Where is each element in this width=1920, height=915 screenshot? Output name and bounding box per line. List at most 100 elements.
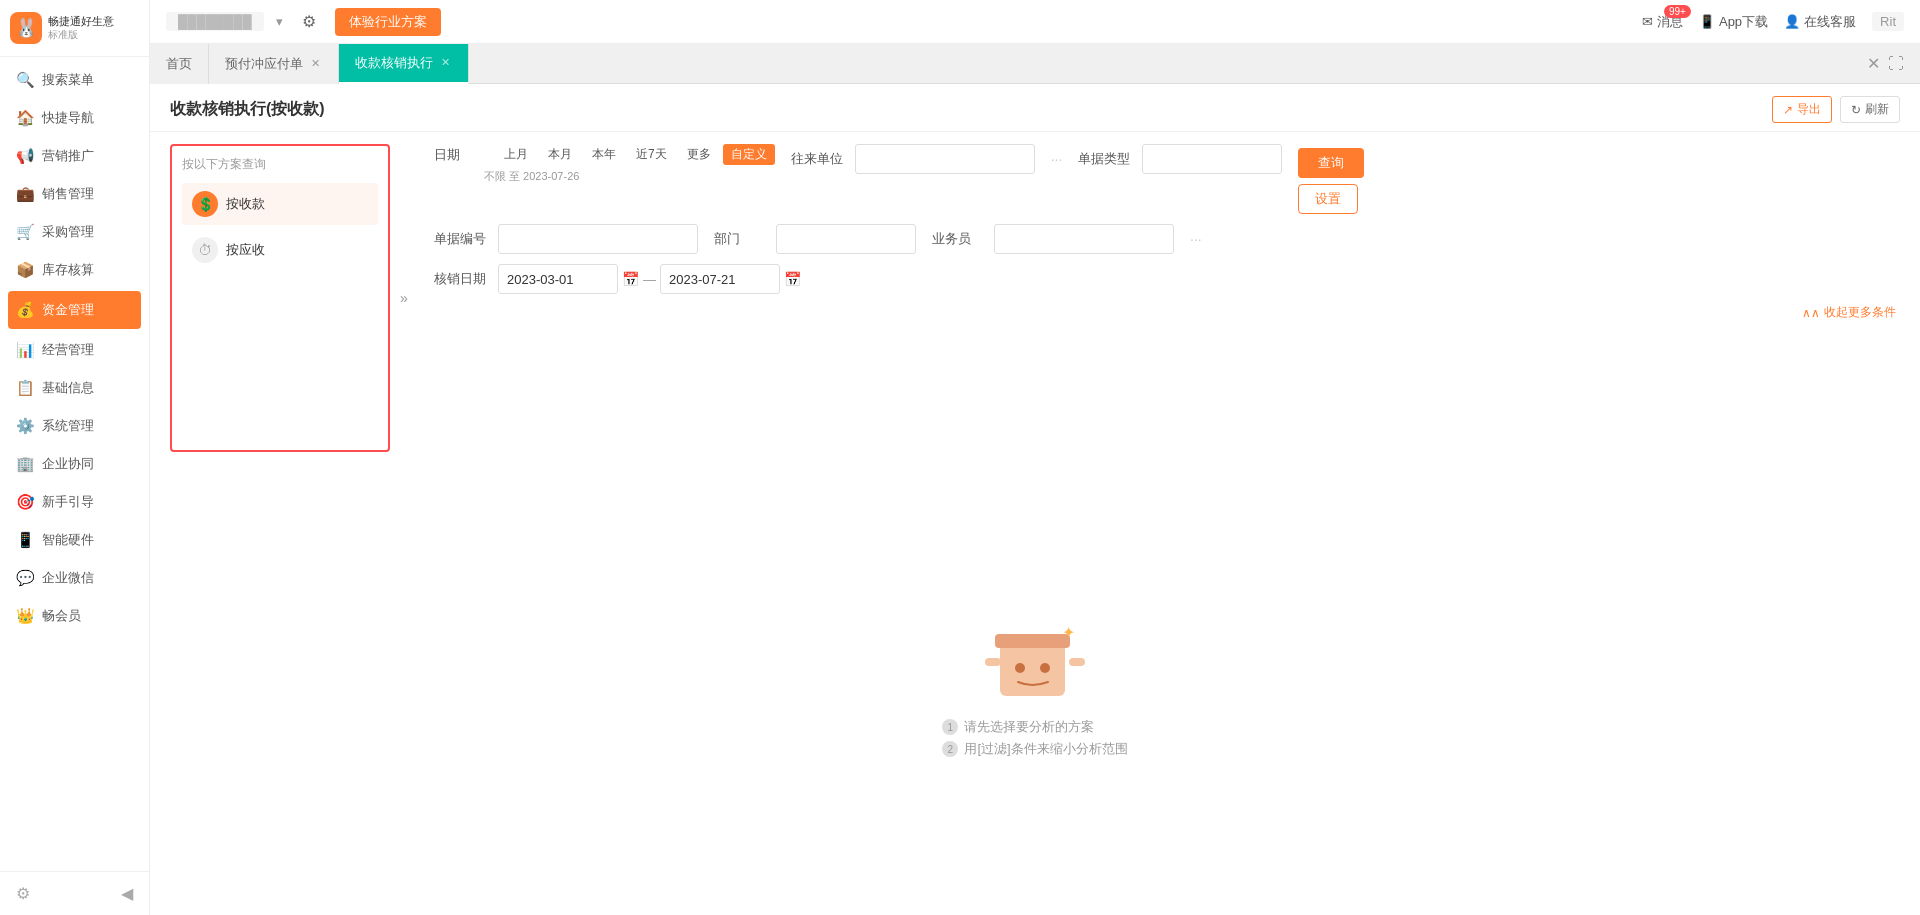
date-label: 日期 [434,146,484,164]
svg-point-2 [1015,663,1025,673]
basic-info-icon: 📋 [16,379,34,397]
filter-option-by-receipt-label: 按收款 [226,195,265,213]
sidebar-item-member[interactable]: 👑 畅会员 [0,597,149,635]
logo-icon: 🐰 [10,12,42,44]
app-icon: 📱 [1699,14,1715,29]
employee-dots-icon[interactable]: ··· [1190,231,1202,247]
customer-service-btn[interactable]: 👤 在线客服 [1784,13,1856,31]
user-name: Rit [1880,14,1896,29]
message-count-badge: 99+ [1664,5,1691,18]
refresh-label: 刷新 [1865,101,1889,118]
sidebar-item-wechat[interactable]: 💬 企业微信 [0,559,149,597]
app-download-btn[interactable]: 📱 App下载 [1699,13,1768,31]
sidebar-item-operations[interactable]: 📊 经营管理 [0,331,149,369]
tab-receipts-close-icon[interactable]: ✕ [439,54,452,71]
write-off-date-group: 📅 — 📅 [498,264,801,294]
svg-rect-4 [985,658,1001,666]
date-7days-btn[interactable]: 近7天 [628,144,675,165]
tab-prepay[interactable]: 预付冲应付单 ✕ [209,44,339,84]
system-icon: ⚙️ [16,417,34,435]
tab-maximize-icon[interactable]: ⛶ [1888,55,1904,73]
filter-option-by-receivable-label: 按应收 [226,241,265,259]
calendar-end-icon[interactable]: 📅 [784,271,801,287]
refresh-btn[interactable]: ↻ 刷新 [1840,96,1900,123]
sidebar-item-quick-nav[interactable]: 🏠 快捷导航 [0,99,149,137]
top-header-left: ████████ ▾ ⚙ 体验行业方案 [166,8,441,36]
sidebar-item-label: 企业协同 [42,455,94,473]
purchase-icon: 🛒 [16,223,34,241]
sidebar-item-label: 快捷导航 [42,109,94,127]
calendar-start-icon[interactable]: 📅 [622,271,639,287]
sidebar-item-basic-info[interactable]: 📋 基础信息 [0,369,149,407]
empty-hint-2: 2 用[过滤]条件来缩小分析范围 [942,740,1127,758]
tab-home-label: 首页 [166,55,192,73]
tab-prepay-close-icon[interactable]: ✕ [309,55,322,72]
tab-bar: 首页 预付冲应付单 ✕ 收款核销执行 ✕ ✕ ⛶ [150,44,1920,84]
sidebar-item-search[interactable]: 🔍 搜索菜单 [0,61,149,99]
date-this-year-btn[interactable]: 本年 [584,144,624,165]
date-more-btn[interactable]: 更多 [679,144,719,165]
sidebar-collapse-btn[interactable]: ◀ [121,884,133,903]
tab-close-icon[interactable]: ✕ [1867,54,1880,73]
member-icon: 👑 [16,607,34,625]
sales-icon: 💼 [16,185,34,203]
voucher-type-select[interactable] [1142,144,1282,174]
employee-label: 业务员 [932,230,982,248]
sidebar-item-label: 搜索菜单 [42,71,94,89]
date-separator: — [643,272,656,287]
voucher-no-input[interactable] [498,224,698,254]
filter-option-by-receipt[interactable]: 💲 按收款 [182,183,378,225]
write-off-end-input[interactable] [660,264,780,294]
sidebar-item-label: 基础信息 [42,379,94,397]
tab-receipts[interactable]: 收款核销执行 ✕ [339,44,469,84]
empty-hint-1: 1 请先选择要分析的方案 [942,718,1127,736]
hardware-icon: 📱 [16,531,34,549]
filter-collapse-btn[interactable]: » [394,144,414,452]
date-custom-badge[interactable]: 自定义 [723,144,775,165]
voucher-type-label: 单据类型 [1078,150,1130,168]
settings-btn[interactable]: 设置 [1298,184,1358,214]
filter-left-title: 按以下方案查询 [182,156,378,173]
svg-point-3 [1040,663,1050,673]
date-last-month-btn[interactable]: 上月 [496,144,536,165]
page-content: 收款核销执行(按收款) ↗ 导出 ↻ 刷新 按以下方案查询 💲 按收款 [150,84,1920,915]
sidebar-item-system[interactable]: ⚙️ 系统管理 [0,407,149,445]
partner-input[interactable] [855,144,1035,174]
logo-badge: 标准版 [48,28,114,42]
sidebar-item-label: 资金管理 [42,301,94,319]
svg-rect-5 [1069,658,1085,666]
dept-select[interactable] [776,224,916,254]
industry-btn[interactable]: 体验行业方案 [335,8,441,36]
sidebar-item-sales[interactable]: 💼 销售管理 [0,175,149,213]
sidebar-item-purchase[interactable]: 🛒 采购管理 [0,213,149,251]
wechat-icon: 💬 [16,569,34,587]
date-this-month-btn[interactable]: 本月 [540,144,580,165]
sidebar-item-inventory[interactable]: 📦 库存核算 [0,251,149,289]
tab-bar-actions: ✕ ⛶ [1867,54,1920,73]
write-off-start-input[interactable] [498,264,618,294]
sidebar-item-label: 库存核算 [42,261,94,279]
dropdown-arrow-icon[interactable]: ▾ [276,14,283,29]
tab-home[interactable]: 首页 [150,44,209,84]
message-btn[interactable]: ✉ 消息 99+ [1642,13,1683,31]
query-btn[interactable]: 查询 [1298,148,1364,178]
settings-icon[interactable]: ⚙ [295,8,323,36]
refresh-icon: ↻ [1851,103,1861,117]
employee-input[interactable] [994,224,1174,254]
sidebar-item-enterprise[interactable]: 🏢 企业协同 [0,445,149,483]
sidebar-item-hardware[interactable]: 📱 智能硬件 [0,521,149,559]
sidebar-gear-icon[interactable]: ⚙ [16,884,30,903]
sidebar-item-guide[interactable]: 🎯 新手引导 [0,483,149,521]
date-no-limit-hint: 不限 至 2023-07-26 [484,169,775,184]
sidebar-item-finance[interactable]: 💰 资金管理 [8,291,141,329]
sidebar-item-marketing[interactable]: 📢 营销推广 [0,137,149,175]
query-actions: 查询 设置 [1298,148,1364,214]
collapse-more-btn[interactable]: ∧∧ 收起更多条件 [1794,300,1904,325]
filter-option-by-receivable[interactable]: ⏱ 按应收 [182,229,378,271]
partner-label: 往来单位 [791,150,843,168]
user-avatar[interactable]: Rit [1872,12,1904,31]
sidebar-item-label: 系统管理 [42,417,94,435]
partner-dots-icon[interactable]: ··· [1051,151,1063,167]
page-actions: ↗ 导出 ↻ 刷新 [1772,96,1900,123]
export-btn[interactable]: ↗ 导出 [1772,96,1832,123]
